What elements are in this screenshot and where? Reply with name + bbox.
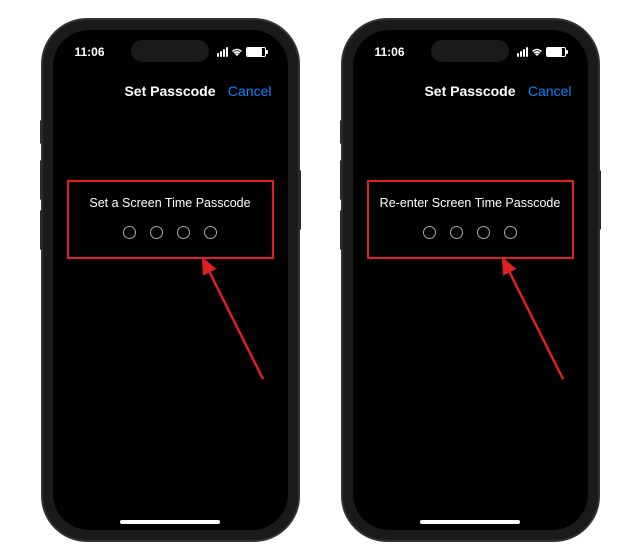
passcode-dot	[177, 226, 190, 239]
nav-title: Set Passcode	[424, 83, 515, 99]
passcode-prompt-label: Set a Screen Time Passcode	[75, 196, 266, 210]
cancel-button[interactable]: Cancel	[228, 83, 272, 99]
volume-up	[340, 160, 343, 200]
power-button	[598, 170, 601, 230]
nav-bar: Set Passcode Cancel	[353, 72, 588, 110]
home-indicator[interactable]	[420, 520, 520, 524]
dynamic-island	[131, 40, 209, 62]
passcode-dots[interactable]	[375, 226, 566, 239]
cancel-button[interactable]: Cancel	[528, 83, 572, 99]
volume-up	[40, 160, 43, 200]
wifi-icon	[231, 47, 243, 57]
signal-icon	[217, 47, 228, 57]
nav-title: Set Passcode	[124, 83, 215, 99]
mute-switch	[340, 120, 343, 144]
passcode-dot	[423, 226, 436, 239]
mute-switch	[40, 120, 43, 144]
passcode-dot	[123, 226, 136, 239]
status-time: 11:06	[75, 45, 105, 59]
battery-icon	[546, 47, 566, 57]
dynamic-island	[431, 40, 509, 62]
screen-left: 11:06 Set Passcode Cancel Set a Screen T…	[53, 30, 288, 530]
passcode-dots[interactable]	[75, 226, 266, 239]
screen-right: 11:06 Set Passcode Cancel Re-enter Scree…	[353, 30, 588, 530]
iphone-left: 11:06 Set Passcode Cancel Set a Screen T…	[43, 20, 298, 540]
signal-icon	[517, 47, 528, 57]
annotation-arrow-icon	[488, 249, 578, 389]
passcode-dot	[450, 226, 463, 239]
annotation-arrow-icon	[188, 249, 278, 389]
status-time: 11:06	[375, 45, 405, 59]
passcode-dot	[477, 226, 490, 239]
passcode-prompt-box: Re-enter Screen Time Passcode	[367, 180, 574, 259]
passcode-dot	[204, 226, 217, 239]
passcode-dot	[150, 226, 163, 239]
passcode-prompt-box: Set a Screen Time Passcode	[67, 180, 274, 259]
wifi-icon	[531, 47, 543, 57]
power-button	[298, 170, 301, 230]
volume-down	[340, 210, 343, 250]
passcode-prompt-label: Re-enter Screen Time Passcode	[375, 196, 566, 210]
volume-down	[40, 210, 43, 250]
home-indicator[interactable]	[120, 520, 220, 524]
iphone-right: 11:06 Set Passcode Cancel Re-enter Scree…	[343, 20, 598, 540]
status-indicators	[217, 47, 266, 57]
battery-icon	[246, 47, 266, 57]
passcode-dot	[504, 226, 517, 239]
status-indicators	[517, 47, 566, 57]
nav-bar: Set Passcode Cancel	[53, 72, 288, 110]
